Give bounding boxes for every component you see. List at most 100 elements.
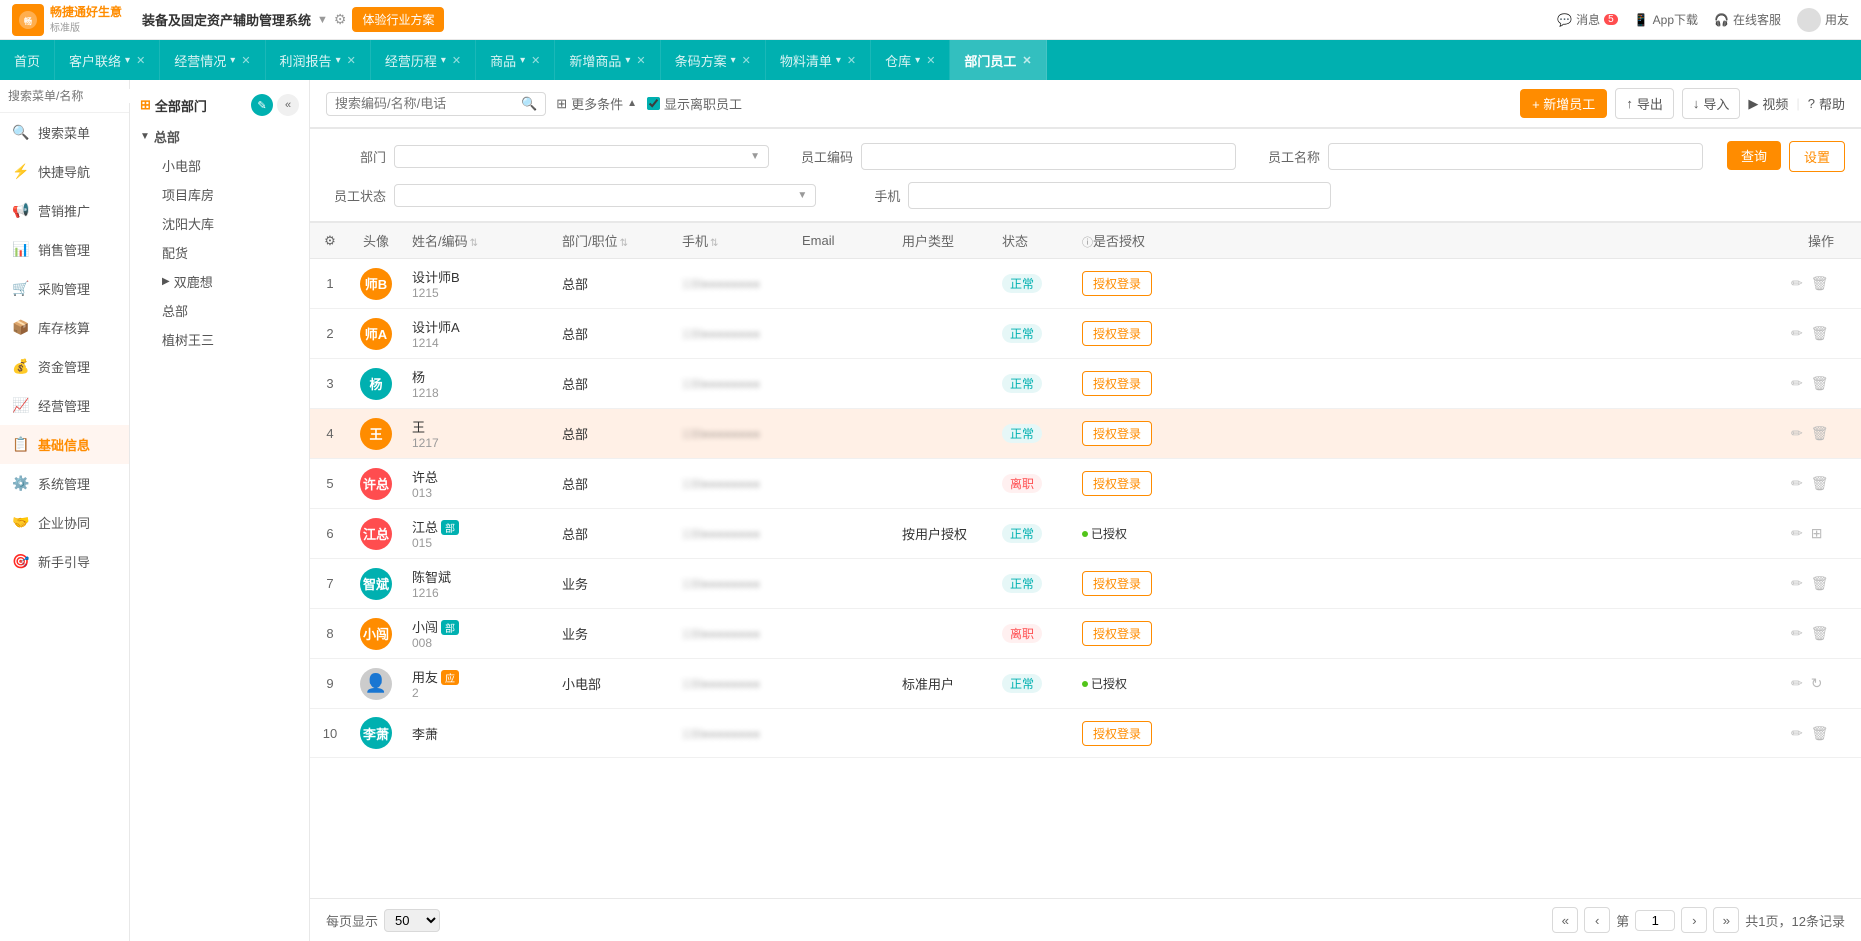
close-icon[interactable]: ✕ — [742, 54, 751, 67]
sidebar-item-collab[interactable]: 🤝 企业协同 — [0, 503, 129, 542]
auth-button[interactable]: 授权登录 — [1082, 371, 1152, 396]
tree-node-headquarters-sub[interactable]: 总部 — [130, 296, 309, 325]
sidebar-item-finance[interactable]: 💰 资金管理 — [0, 347, 129, 386]
sidebar-item-guide[interactable]: 🎯 新手引导 — [0, 542, 129, 581]
tree-node-shenyang[interactable]: 沈阳大库 — [130, 209, 309, 238]
close-icon[interactable]: ✕ — [347, 54, 356, 67]
edit-icon[interactable]: ✏ — [1791, 575, 1803, 592]
dept-select[interactable]: ▼ — [394, 145, 769, 168]
auth-button[interactable]: 授权登录 — [1082, 471, 1152, 496]
col-header-phone[interactable]: 手机⇅ — [672, 223, 792, 259]
delete-icon[interactable]: 🗑 — [1811, 375, 1829, 392]
tree-node-shuangluxiang[interactable]: ▶ 双鹿想 — [130, 267, 309, 296]
prev-page-button[interactable]: ‹ — [1584, 907, 1610, 933]
emp-name-input[interactable] — [1328, 143, 1703, 170]
sidebar-item-system[interactable]: ⚙️ 系统管理 — [0, 464, 129, 503]
close-icon[interactable]: ✕ — [847, 54, 856, 67]
sidebar-item-purchase[interactable]: 🛒 采购管理 — [0, 269, 129, 308]
dept-collapse-button[interactable]: « — [277, 94, 299, 116]
edit-icon[interactable]: ✏ — [1791, 325, 1803, 342]
edit-icon[interactable]: ✏ — [1791, 725, 1803, 742]
close-icon[interactable]: ✕ — [136, 54, 145, 67]
tab-bom[interactable]: 物料清单▾✕ — [766, 40, 871, 80]
delete-icon[interactable]: 🗑 — [1811, 625, 1829, 642]
edit-icon[interactable]: ✏ — [1791, 425, 1803, 442]
close-icon[interactable]: ✕ — [452, 54, 461, 67]
sidebar-item-quick-nav[interactable]: ⚡ 快捷导航 — [0, 152, 129, 191]
tab-barcode[interactable]: 条码方案▾✕ — [661, 40, 766, 80]
tab-profit[interactable]: 利润报告▾✕ — [266, 40, 371, 80]
tree-node-headquarters-parent[interactable]: ▼ 总部 — [130, 122, 309, 151]
app-download-button[interactable]: 📱 App下载 — [1634, 11, 1698, 28]
trial-button[interactable]: 体验行业方案 — [352, 7, 444, 32]
tab-goods[interactable]: 商品▾✕ — [476, 40, 555, 80]
show-resigned-checkbox[interactable] — [647, 97, 660, 110]
tab-new-goods[interactable]: 新增商品▾✕ — [555, 40, 660, 80]
export-button[interactable]: ↑ 导出 — [1615, 88, 1674, 119]
settings-gear-icon[interactable]: ⚙ — [324, 233, 336, 248]
tab-warehouse[interactable]: 仓库▾✕ — [871, 40, 950, 80]
tree-node-planting[interactable]: 植树王三 — [130, 325, 309, 354]
tab-operation[interactable]: 经营情况▾✕ — [160, 40, 265, 80]
delete-icon[interactable]: 🗑 — [1811, 575, 1829, 592]
auth-button[interactable]: 授权登录 — [1082, 571, 1152, 596]
tab-home[interactable]: 首页 — [0, 40, 55, 80]
first-page-button[interactable]: « — [1552, 907, 1578, 933]
tab-employees[interactable]: 部门员工✕ — [950, 40, 1046, 80]
user-button[interactable]: 用友 — [1797, 8, 1849, 32]
dept-edit-button[interactable]: ✎ — [251, 94, 273, 116]
sidebar-item-search[interactable]: 🔍 搜索菜单 — [0, 113, 129, 152]
query-button[interactable]: 查询 — [1727, 141, 1781, 170]
tab-history[interactable]: 经营历程▾✕ — [371, 40, 476, 80]
auth-button[interactable]: 授权登录 — [1082, 271, 1152, 296]
close-icon[interactable]: ✕ — [926, 54, 935, 67]
close-icon[interactable]: ✕ — [531, 54, 540, 67]
edit-icon[interactable]: ✏ — [1791, 675, 1803, 692]
delete-icon[interactable]: 🗑 — [1811, 475, 1829, 492]
sidebar-item-sales[interactable]: 📊 销售管理 — [0, 230, 129, 269]
message-button[interactable]: 💬 消息 5 — [1557, 11, 1618, 28]
search-input[interactable] — [335, 96, 515, 111]
last-page-button[interactable]: » — [1713, 907, 1739, 933]
tree-node-project-warehouse[interactable]: 项目库房 — [130, 180, 309, 209]
sidebar-item-marketing[interactable]: 📢 营销推广 — [0, 191, 129, 230]
auth-button[interactable]: 授权登录 — [1082, 321, 1152, 346]
online-service-button[interactable]: 🎧 在线客服 — [1714, 11, 1781, 28]
close-icon[interactable]: ✕ — [636, 54, 645, 67]
auth-button[interactable]: 授权登录 — [1082, 721, 1152, 746]
sidebar-item-basic-info[interactable]: 📋 基础信息 — [0, 425, 129, 464]
delete-icon[interactable]: 🗑 — [1811, 425, 1829, 442]
copy-icon[interactable]: ⊞ — [1811, 525, 1823, 542]
tree-node-xiaodian[interactable]: 小电部 — [130, 151, 309, 180]
show-resigned-checkbox-label[interactable]: 显示离职员工 — [647, 94, 742, 113]
set-button[interactable]: 设置 — [1789, 141, 1845, 172]
chevron-down-icon[interactable]: ▼ — [317, 14, 328, 26]
edit-icon[interactable]: ✏ — [1791, 275, 1803, 292]
sidebar-item-inventory[interactable]: 📦 库存核算 — [0, 308, 129, 347]
auth-button[interactable]: 授权登录 — [1082, 621, 1152, 646]
tab-customer[interactable]: 客户联络▾✕ — [55, 40, 160, 80]
tree-node-peihu[interactable]: 配货 — [130, 238, 309, 267]
delete-icon[interactable]: 🗑 — [1811, 275, 1829, 292]
add-employee-button[interactable]: + 新增员工 — [1520, 89, 1607, 118]
help-button[interactable]: ? 帮助 — [1808, 94, 1845, 113]
page-size-select[interactable]: 50 100 200 — [384, 909, 440, 932]
more-filter-button[interactable]: ⊞ 更多条件 ▲ — [556, 94, 637, 113]
delete-icon[interactable]: 🗑 — [1811, 325, 1829, 342]
sidebar-item-business[interactable]: 📈 经营管理 — [0, 386, 129, 425]
emp-status-select[interactable]: ▼ — [394, 184, 816, 207]
edit-icon[interactable]: ✏ — [1791, 475, 1803, 492]
close-icon[interactable]: ✕ — [241, 54, 250, 67]
close-icon[interactable]: ✕ — [1022, 54, 1031, 67]
settings-icon[interactable]: ⚙ — [334, 11, 347, 28]
auth-button[interactable]: 授权登录 — [1082, 421, 1152, 446]
video-button[interactable]: ▶ 视频 — [1748, 94, 1788, 113]
page-number-input[interactable] — [1635, 910, 1675, 931]
refresh-icon[interactable]: ↻ — [1811, 675, 1823, 692]
delete-icon[interactable]: 🗑 — [1811, 725, 1829, 742]
edit-icon[interactable]: ✏ — [1791, 375, 1803, 392]
col-header-dept[interactable]: 部门/职位⇅ — [552, 223, 672, 259]
import-button[interactable]: ↓ 导入 — [1682, 88, 1741, 119]
edit-icon[interactable]: ✏ — [1791, 625, 1803, 642]
edit-icon[interactable]: ✏ — [1791, 525, 1803, 542]
